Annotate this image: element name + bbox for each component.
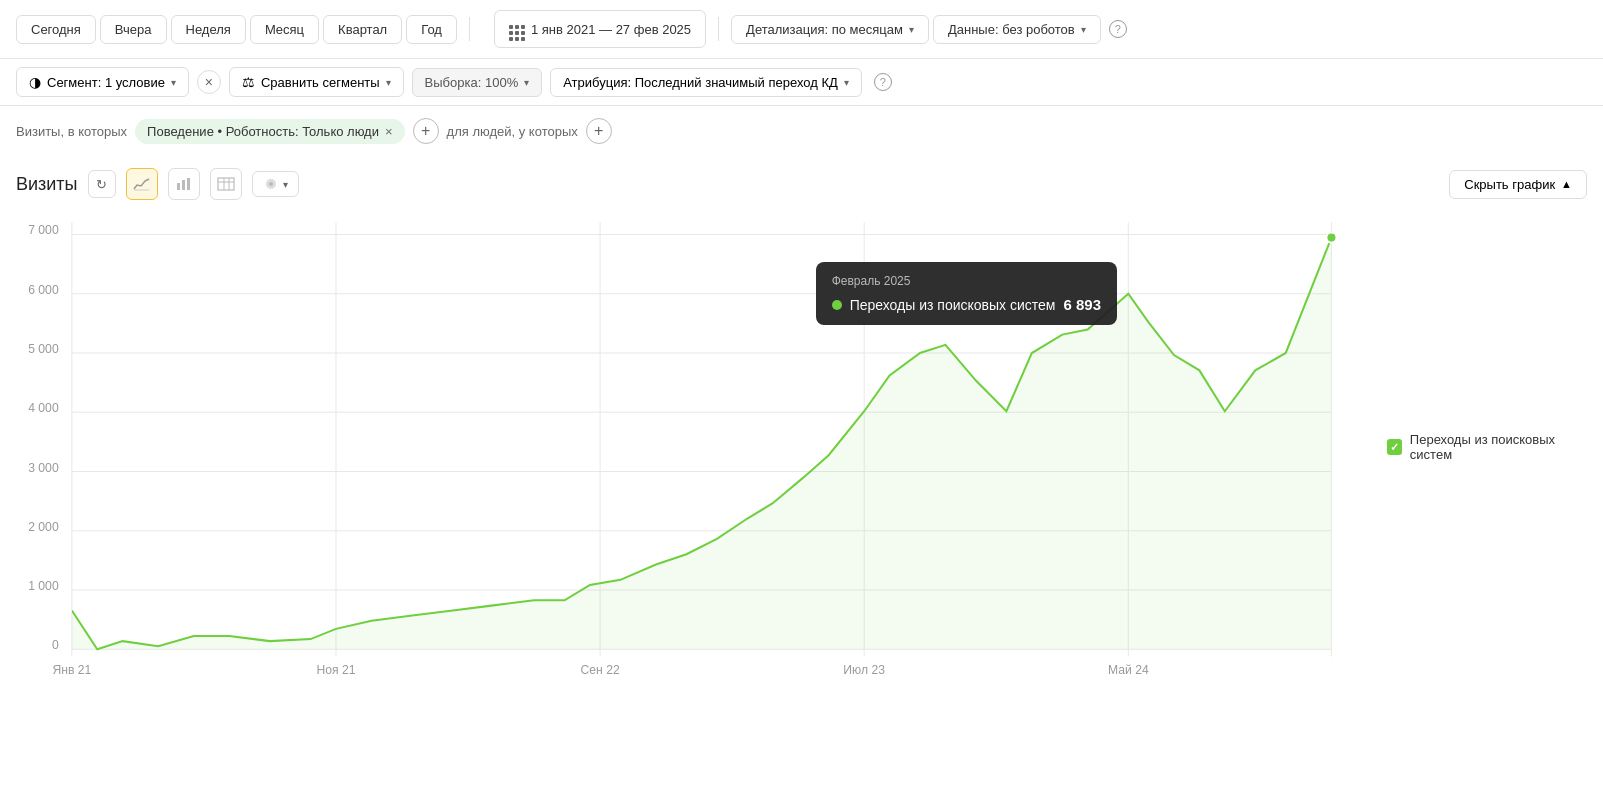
period-year[interactable]: Год (406, 15, 457, 44)
svg-point-39 (1326, 232, 1336, 242)
top-bar: Сегодня Вчера Неделя Месяц Квартал Год 1… (0, 0, 1603, 59)
legend-label: Переходы из поисковых систем (1410, 432, 1587, 462)
chart-area: 7 000 6 000 5 000 4 000 3 000 2 000 1 00… (16, 212, 1587, 682)
chart-header: Визиты ↻ (16, 156, 1587, 200)
chart-section: Визиты ↻ (0, 156, 1603, 682)
svg-text:3 000: 3 000 (28, 460, 59, 474)
chart-title-area: Визиты ↻ (16, 168, 299, 200)
detail-chevron: ▾ (909, 24, 914, 35)
hide-chart-chevron: ▲ (1561, 178, 1572, 190)
detail-button[interactable]: Детализация: по месяцам ▾ (731, 15, 929, 44)
chart-refresh-button[interactable]: ↻ (88, 170, 116, 198)
separator-1 (469, 17, 470, 41)
period-quarter[interactable]: Квартал (323, 15, 402, 44)
sample-chevron: ▾ (524, 77, 529, 88)
data-button[interactable]: Данные: без роботов ▾ (933, 15, 1101, 44)
segment-icon: ◑ (29, 74, 41, 90)
filter-tag[interactable]: Поведение • Роботность: Только люди × (135, 119, 404, 144)
svg-text:Ноя 21: Ноя 21 (316, 663, 355, 677)
line-chart-icon (133, 177, 151, 191)
svg-text:6 000: 6 000 (28, 283, 59, 297)
bubble-icon (263, 177, 279, 191)
chart-bar-button[interactable] (168, 168, 200, 200)
svg-text:Сен 22: Сен 22 (580, 663, 619, 677)
segment-chevron: ▾ (171, 77, 176, 88)
sample-label: Выборка: 100% (425, 75, 519, 90)
chart-legend-area: Переходы из поисковых систем (1367, 212, 1587, 682)
chart-canvas-wrapper: 7 000 6 000 5 000 4 000 3 000 2 000 1 00… (16, 212, 1367, 682)
filter-prefix: Визиты, в которых (16, 124, 127, 139)
chart-type-chevron: ▾ (283, 179, 288, 190)
data-chevron: ▾ (1081, 24, 1086, 35)
filter-tag-close[interactable]: × (385, 124, 393, 139)
svg-text:2 000: 2 000 (28, 520, 59, 534)
calendar-grid-icon (509, 17, 525, 41)
svg-point-9 (269, 182, 273, 186)
table-icon (217, 177, 235, 191)
segment-close-button[interactable]: × (197, 70, 221, 94)
attribution-button[interactable]: Атрибуция: Последний значимый переход КД… (550, 68, 862, 97)
segment-label: Сегмент: 1 условие (47, 75, 165, 90)
date-range-button[interactable]: 1 янв 2021 — 27 фев 2025 (494, 10, 706, 48)
separator-2 (718, 17, 719, 41)
filter-row: Визиты, в которых Поведение • Роботность… (0, 106, 1603, 156)
svg-rect-1 (177, 183, 180, 190)
data-label: Данные: без роботов (948, 22, 1075, 37)
svg-text:Май 24: Май 24 (1108, 663, 1149, 677)
period-yesterday[interactable]: Вчера (100, 15, 167, 44)
detail-label: Детализация: по месяцам (746, 22, 903, 37)
chart-table-button[interactable] (210, 168, 242, 200)
bar-chart-icon (175, 177, 193, 191)
period-month[interactable]: Месяц (250, 15, 319, 44)
filter-tag-text: Поведение • Роботность: Только люди (147, 124, 379, 139)
top-info-icon[interactable]: ? (1109, 20, 1127, 38)
compare-chevron: ▾ (386, 77, 391, 88)
svg-text:5 000: 5 000 (28, 342, 59, 356)
compare-icon: ⚖ (242, 74, 255, 90)
svg-rect-2 (182, 180, 185, 190)
chart-title: Визиты (16, 174, 78, 195)
svg-text:Июл 23: Июл 23 (843, 663, 885, 677)
compare-label: Сравнить сегменты (261, 75, 380, 90)
compare-button[interactable]: ⚖ Сравнить сегменты ▾ (229, 67, 404, 97)
svg-text:0: 0 (52, 638, 59, 652)
svg-text:Янв 21: Янв 21 (52, 663, 91, 677)
add-filter-button[interactable]: + (413, 118, 439, 144)
hide-chart-button[interactable]: Скрыть график ▲ (1449, 170, 1587, 199)
svg-rect-4 (218, 178, 234, 190)
legend-item[interactable]: Переходы из поисковых систем (1387, 432, 1587, 462)
period-week[interactable]: Неделя (171, 15, 246, 44)
chart-svg: 7 000 6 000 5 000 4 000 3 000 2 000 1 00… (16, 212, 1367, 682)
chart-type-dropdown[interactable]: ▾ (252, 171, 299, 197)
second-bar: ◑ Сегмент: 1 условие ▾ × ⚖ Сравнить сегм… (0, 59, 1603, 106)
for-label: для людей, у которых (447, 124, 578, 139)
sample-button[interactable]: Выборка: 100% ▾ (412, 68, 543, 97)
svg-text:4 000: 4 000 (28, 401, 59, 415)
second-info-icon[interactable]: ? (874, 73, 892, 91)
svg-text:1 000: 1 000 (28, 579, 59, 593)
attribution-label: Атрибуция: Последний значимый переход КД (563, 75, 838, 90)
hide-chart-label: Скрыть график (1464, 177, 1555, 192)
legend-checkbox[interactable] (1387, 439, 1402, 455)
segment-button[interactable]: ◑ Сегмент: 1 условие ▾ (16, 67, 189, 97)
svg-rect-3 (187, 178, 190, 190)
chart-line-button[interactable] (126, 168, 158, 200)
svg-marker-38 (72, 238, 1332, 650)
date-range-text: 1 янв 2021 — 27 фев 2025 (531, 22, 691, 37)
period-today[interactable]: Сегодня (16, 15, 96, 44)
svg-text:7 000: 7 000 (28, 223, 59, 237)
add-for-filter-button[interactable]: + (586, 118, 612, 144)
attribution-chevron: ▾ (844, 77, 849, 88)
